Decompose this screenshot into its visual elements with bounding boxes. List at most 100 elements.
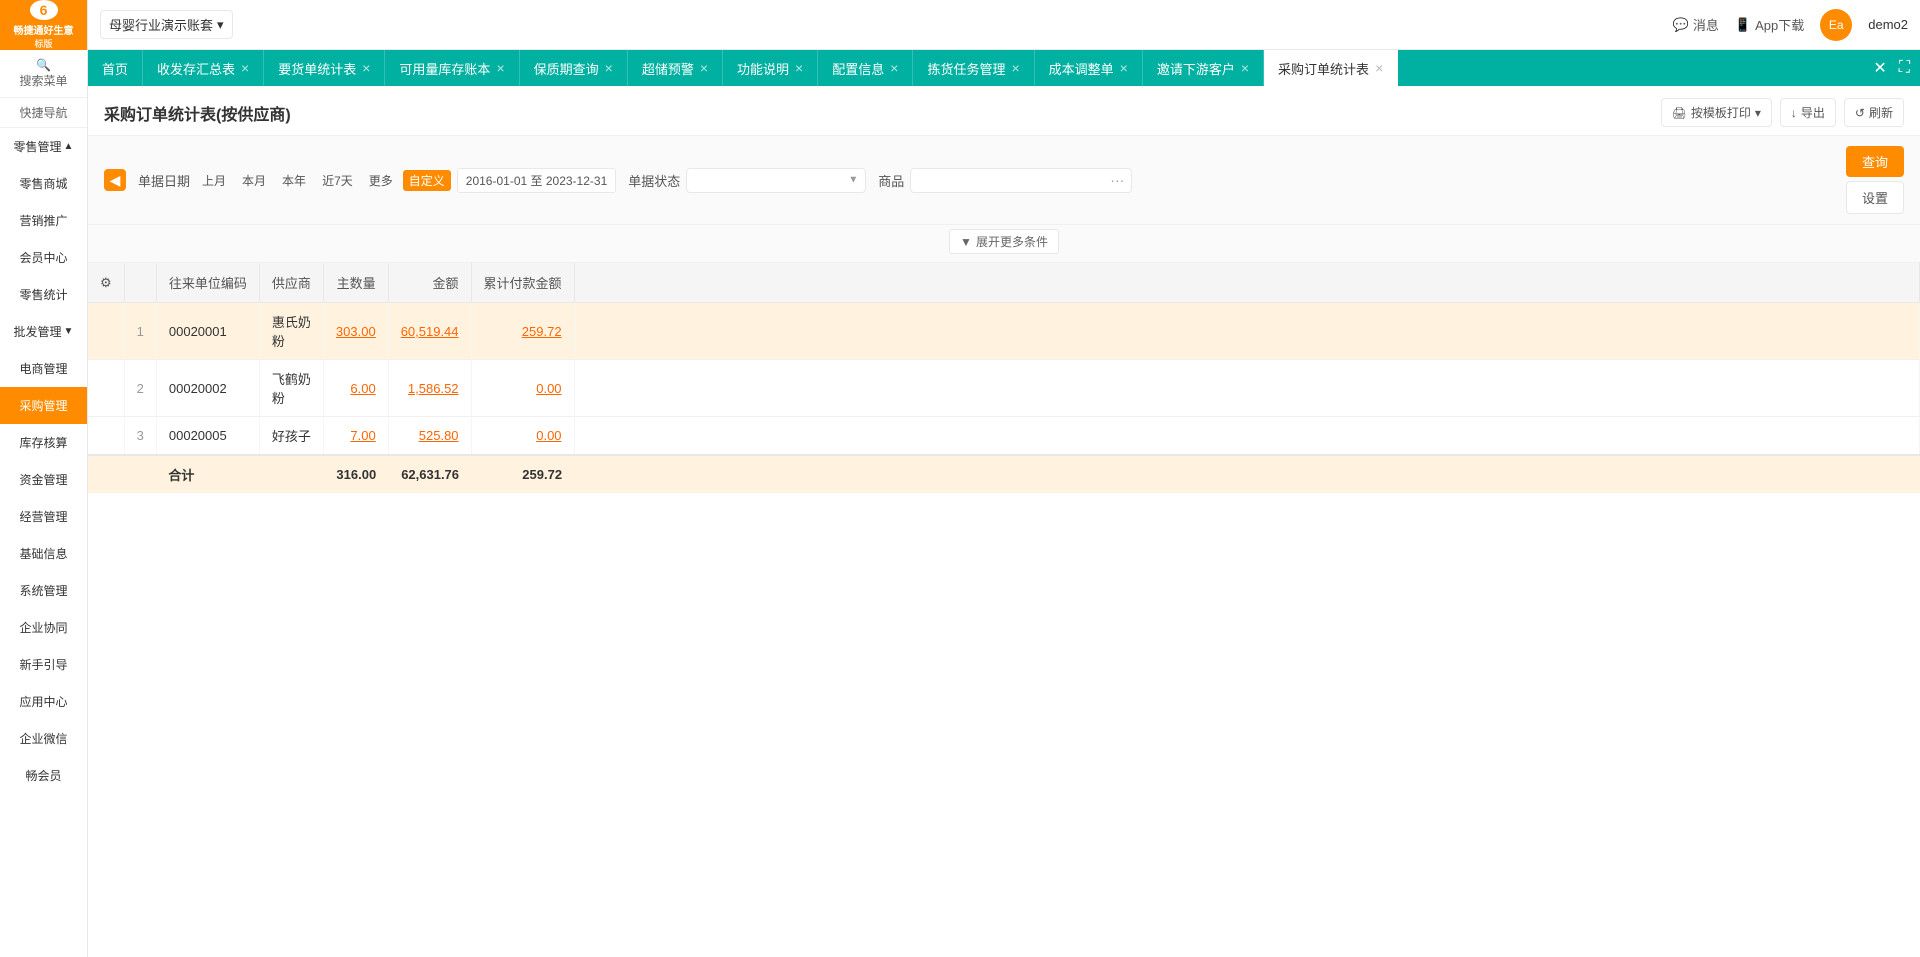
footer-extra-cell xyxy=(574,455,1919,493)
page-header: 采购订单统计表(按供应商) 🖨 按模板打印 ▾ ↓ 导出 ↺ 刷新 xyxy=(88,86,1920,136)
sidebar-item-appcenter[interactable]: 应用中心 xyxy=(0,683,87,720)
chevron-down-icon: ▲ xyxy=(64,141,74,152)
user-avatar[interactable]: Ea xyxy=(1820,9,1852,41)
cell-amount[interactable]: 60,519.44 xyxy=(388,303,471,360)
sidebar-item-wechat[interactable]: 企业微信 xyxy=(0,720,87,757)
cell-paid[interactable]: 259.72 xyxy=(471,303,574,360)
date-range-display[interactable]: 2016-01-01 至 2023-12-31 xyxy=(457,168,616,193)
cell-qty[interactable]: 6.00 xyxy=(323,360,388,417)
workspace-label: 母婴行业演示账套 xyxy=(109,15,213,34)
col-qty: 主数量 xyxy=(323,263,388,303)
date-shortcut-more[interactable]: 更多 xyxy=(363,170,399,191)
close-icon[interactable]: × xyxy=(1375,61,1383,75)
close-icon[interactable]: × xyxy=(1011,61,1019,75)
sidebar-item-inventory[interactable]: 库存核算 xyxy=(0,424,87,461)
tab-home-label: 首页 xyxy=(102,59,128,78)
close-icon[interactable]: × xyxy=(362,61,370,75)
page-title: 采购订单统计表(按供应商) xyxy=(104,101,291,125)
close-icon[interactable]: × xyxy=(795,61,803,75)
col-extra xyxy=(574,263,1919,303)
tab-bar: 首页 收发存汇总表 × 要货单统计表 × 可用量库存账本 × 保质期查询 × 超… xyxy=(88,50,1920,86)
status-select[interactable] xyxy=(686,168,866,193)
sidebar-item-retail-stats[interactable]: 零售统计 xyxy=(0,276,87,313)
tab-overstock[interactable]: 超储预警 × xyxy=(628,50,723,86)
sidebar-item-newguide[interactable]: 新手引导 xyxy=(0,646,87,683)
table-row[interactable]: 3 00020005 好孩子 7.00 525.80 0.00 xyxy=(88,417,1920,456)
date-shortcut-thisyear[interactable]: 本年 xyxy=(276,170,312,191)
close-icon[interactable]: × xyxy=(605,61,613,75)
sidebar-item-system[interactable]: 系统管理 xyxy=(0,572,87,609)
message-label: 消息 xyxy=(1693,15,1719,34)
logo-icon: 6 xyxy=(30,0,58,20)
close-icon[interactable]: × xyxy=(496,61,504,75)
cell-settings xyxy=(88,360,124,417)
cell-paid[interactable]: 0.00 xyxy=(471,417,574,456)
expand-more-button[interactable]: ▼ 展开更多条件 xyxy=(949,229,1059,254)
date-shortcut-7days[interactable]: 近7天 xyxy=(316,170,359,191)
close-icon[interactable]: × xyxy=(890,61,898,75)
sidebar-item-marketing[interactable]: 营销推广 xyxy=(0,202,87,239)
cell-paid[interactable]: 0.00 xyxy=(471,360,574,417)
query-button[interactable]: 查询 xyxy=(1846,146,1904,177)
sidebar-item-vip[interactable]: 畅会员 xyxy=(0,757,87,794)
tab-label: 配置信息 xyxy=(832,59,884,78)
goods-input[interactable] xyxy=(910,168,1132,193)
tab-home[interactable]: 首页 xyxy=(88,50,143,86)
close-icon[interactable]: × xyxy=(700,61,708,75)
tab-picktask[interactable]: 拣货任务管理 × xyxy=(913,50,1034,86)
sidebar-item-ecommerce[interactable]: 电商管理 xyxy=(0,350,87,387)
date-shortcut-thismonth[interactable]: 本月 xyxy=(236,170,272,191)
tab-fullscreen-icon[interactable]: ⛶ xyxy=(1897,57,1912,79)
tab-reqorder[interactable]: 要货单统计表 × xyxy=(264,50,385,86)
tab-expiry[interactable]: 保质期查询 × xyxy=(520,50,628,86)
message-action[interactable]: 💬 消息 xyxy=(1673,15,1719,34)
tab-stocksummary[interactable]: 收发存汇总表 × xyxy=(143,50,264,86)
sidebar-item-retail-shop[interactable]: 零售商城 xyxy=(0,165,87,202)
sidebar-item-finance[interactable]: 资金管理 xyxy=(0,461,87,498)
sidebar-item-retail-mgmt[interactable]: 零售管理 ▲ xyxy=(0,128,87,165)
tab-funcdesc[interactable]: 功能说明 × xyxy=(723,50,818,86)
cell-qty[interactable]: 303.00 xyxy=(323,303,388,360)
sidebar-item-member[interactable]: 会员中心 xyxy=(0,239,87,276)
filter-settings-button[interactable]: 设置 xyxy=(1846,181,1904,214)
filter-toggle-button[interactable]: ◀ xyxy=(104,169,126,191)
user-name[interactable]: demo2 xyxy=(1868,17,1908,32)
table-footer-row: 合计 316.00 62,631.76 259.72 xyxy=(88,455,1920,493)
cell-qty[interactable]: 7.00 xyxy=(323,417,388,456)
tab-invitedownstream[interactable]: 邀请下游客户 × xyxy=(1143,50,1264,86)
app-download-action[interactable]: 📱 App下载 xyxy=(1735,15,1804,34)
close-icon[interactable]: × xyxy=(1241,61,1249,75)
refresh-button[interactable]: ↺ 刷新 xyxy=(1844,98,1904,127)
tab-availstock[interactable]: 可用量库存账本 × xyxy=(385,50,519,86)
expand-icon: ▼ xyxy=(960,235,972,249)
col-settings[interactable]: ⚙ xyxy=(88,263,124,303)
print-button[interactable]: 🖨 按模板打印 ▾ xyxy=(1661,98,1772,127)
close-icon[interactable]: × xyxy=(241,61,249,75)
date-shortcut-lastmonth[interactable]: 上月 xyxy=(196,170,232,191)
close-icon[interactable]: × xyxy=(1120,61,1128,75)
tab-config[interactable]: 配置信息 × xyxy=(818,50,913,86)
table-row[interactable]: 1 00020001 惠氏奶粉 303.00 60,519.44 259.72 xyxy=(88,303,1920,360)
tab-close-all-icon[interactable]: ✕ xyxy=(1871,56,1888,80)
workspace-selector[interactable]: 母婴行业演示账套 ▾ xyxy=(100,10,233,39)
sidebar-item-operations[interactable]: 经营管理 xyxy=(0,498,87,535)
page-content: 采购订单统计表(按供应商) 🖨 按模板打印 ▾ ↓ 导出 ↺ 刷新 xyxy=(88,86,1920,957)
app-logo[interactable]: 6 畅捷通好生意 标版 xyxy=(0,0,87,50)
sidebar-item-purchase[interactable]: 采购管理 xyxy=(0,387,87,424)
export-button[interactable]: ↓ 导出 xyxy=(1780,98,1836,127)
cell-supplier: 飞鹤奶粉 xyxy=(259,360,323,417)
footer-label-cell: 合计 xyxy=(156,455,259,493)
table-row[interactable]: 2 00020002 飞鹤奶粉 6.00 1,586.52 0.00 xyxy=(88,360,1920,417)
tab-costadjust[interactable]: 成本调整单 × xyxy=(1035,50,1143,86)
col-paid: 累计付款金额 xyxy=(471,263,574,303)
cell-amount[interactable]: 1,586.52 xyxy=(388,360,471,417)
sidebar-item-search[interactable]: 🔍 搜索菜单 xyxy=(0,50,87,98)
sidebar-item-collab[interactable]: 企业协同 xyxy=(0,609,87,646)
filter-status-group: 单据状态 xyxy=(628,168,866,193)
cell-amount[interactable]: 525.80 xyxy=(388,417,471,456)
date-shortcut-custom[interactable]: 自定义 xyxy=(403,170,451,191)
sidebar-item-wholesale[interactable]: 批发管理 ▼ xyxy=(0,313,87,350)
sidebar-item-basic-info[interactable]: 基础信息 xyxy=(0,535,87,572)
sidebar-item-quicknav[interactable]: 快捷导航 xyxy=(0,98,87,128)
tab-purchaseorder[interactable]: 采购订单统计表 × xyxy=(1264,50,1398,86)
